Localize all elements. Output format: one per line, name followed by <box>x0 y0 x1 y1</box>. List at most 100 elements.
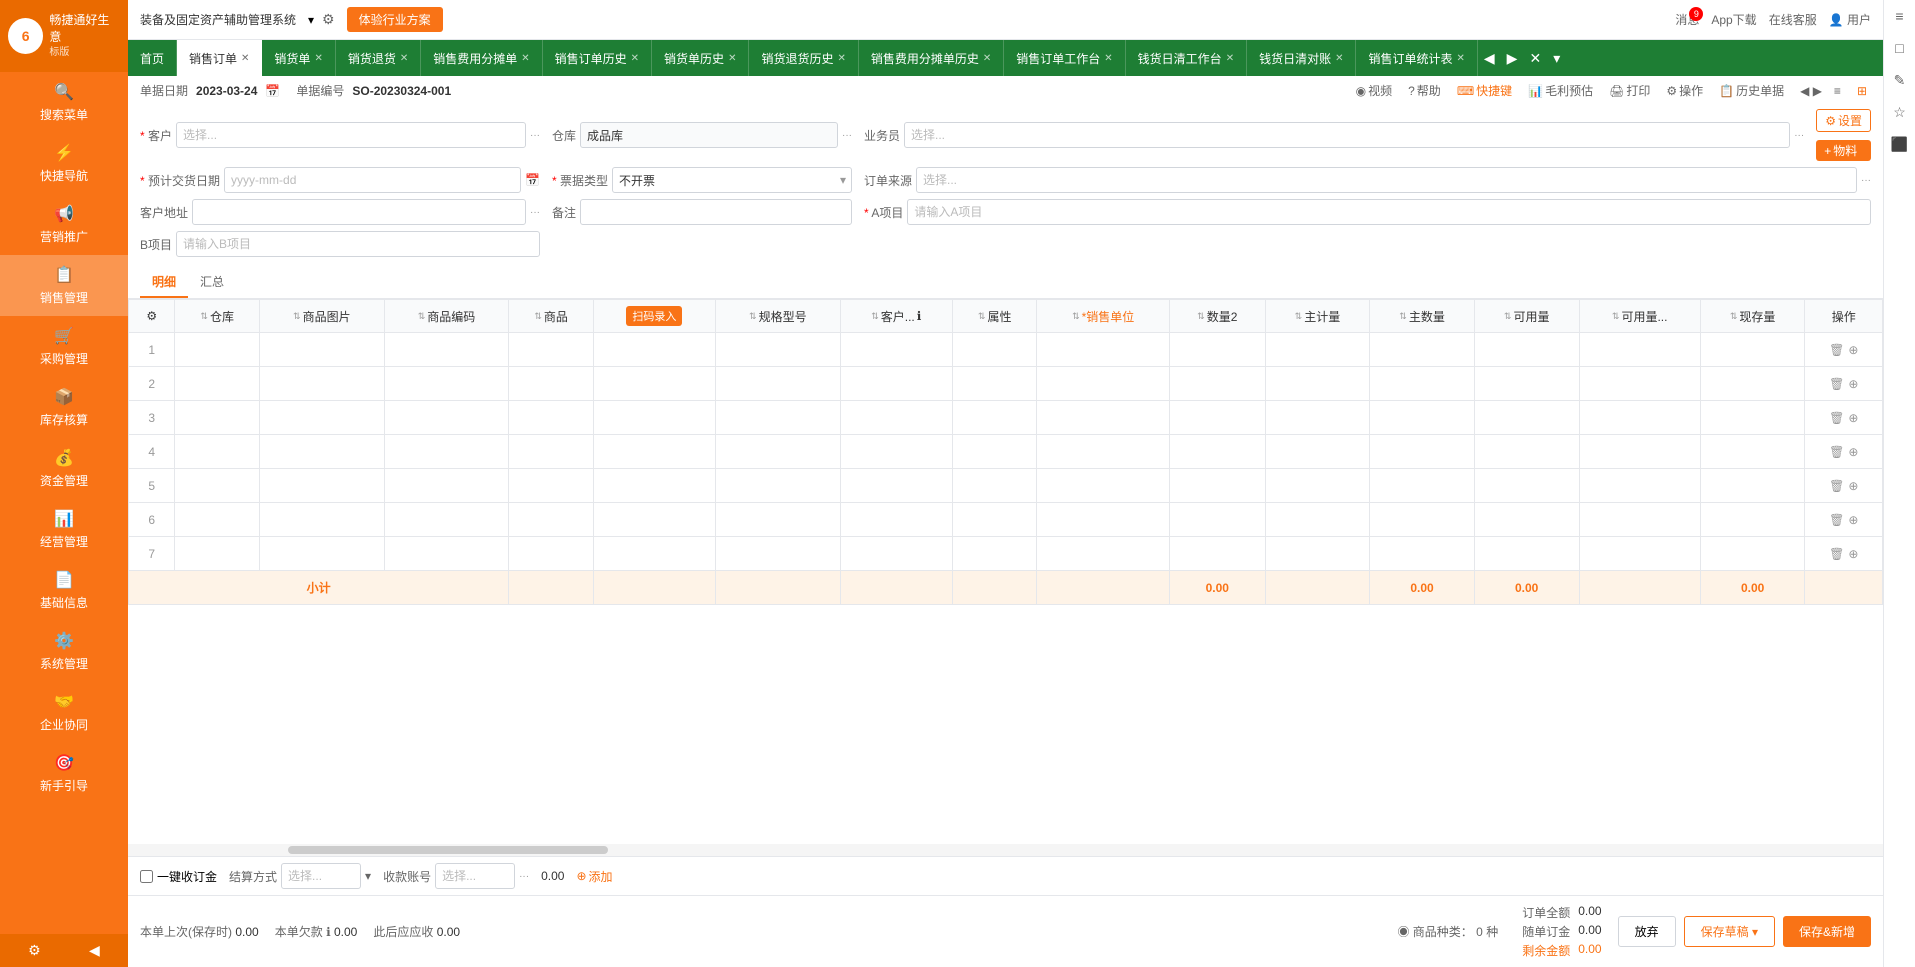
tab-home[interactable]: 首页 <box>128 40 177 76</box>
row-delete-btn[interactable]: 🗑 <box>1829 513 1844 527</box>
tab-close-icon[interactable]: ✕ <box>400 53 408 64</box>
row-delete-btn[interactable]: 🗑 <box>1829 547 1844 561</box>
tab-close-icon[interactable]: ✕ <box>728 53 736 64</box>
layout-grid-btn[interactable]: ⊞ <box>1853 82 1871 100</box>
save-new-button[interactable]: 保存&新增 <box>1783 916 1871 947</box>
tab-close-icon[interactable]: ✕ <box>837 53 845 64</box>
quick-order-checkbox[interactable] <box>140 870 153 883</box>
remark-input[interactable] <box>580 199 852 225</box>
operations-btn[interactable]: ⚙ 操作 <box>1662 80 1707 101</box>
sidebar-item-basic-info[interactable]: 📄 基础信息 <box>0 560 128 621</box>
sidebar-settings-btn[interactable]: ⚙ <box>28 942 41 959</box>
sidebar-item-enterprise[interactable]: 🤝 企业协同 <box>0 682 128 743</box>
delivery-date-input[interactable] <box>224 167 521 193</box>
payment-method-input[interactable] <box>281 863 361 889</box>
order-source-input[interactable] <box>916 167 1857 193</box>
row-delete-btn[interactable]: 🗑 <box>1829 377 1844 391</box>
col-settings[interactable]: ⚙ <box>129 300 175 333</box>
tab-close-icon[interactable]: ✕ <box>314 53 322 64</box>
message-badge[interactable]: 消息 9 <box>1675 11 1699 28</box>
discard-button[interactable]: 放弃 <box>1618 916 1676 947</box>
right-panel-btn-1[interactable]: ≡ <box>1888 4 1912 28</box>
sidebar-item-purchase[interactable]: 🛒 采购管理 <box>0 316 128 377</box>
gear-icon[interactable]: ⚙ <box>322 11 335 28</box>
sidebar-item-finance[interactable]: 💰 资金管理 <box>0 438 128 499</box>
add-material-button[interactable]: + 物料 <box>1816 140 1871 161</box>
sidebar-item-marketing[interactable]: 📢 营销推广 <box>0 194 128 255</box>
row-copy-btn[interactable]: ⊕ <box>1848 479 1858 493</box>
b-project-input[interactable] <box>176 231 540 257</box>
horizontal-scrollbar[interactable] <box>288 846 608 854</box>
col-code[interactable]: ⇅商品编码 <box>384 300 509 333</box>
col-main-qty[interactable]: ⇅主数量 <box>1370 300 1475 333</box>
row-copy-btn[interactable]: ⊕ <box>1848 411 1858 425</box>
order-source-ellipsis[interactable]: ··· <box>1861 175 1871 186</box>
col-product[interactable]: ⇅商品 <box>509 300 594 333</box>
invoice-type-dropdown-icon[interactable]: ▾ <box>840 173 846 187</box>
receipt-ellipsis[interactable]: ··· <box>519 871 529 882</box>
col-warehouse[interactable]: ⇅仓库 <box>175 300 260 333</box>
tab-daily-workbench[interactable]: 钱货日清工作台 ✕ <box>1126 40 1247 76</box>
col-qty2[interactable]: ⇅数量2 <box>1169 300 1265 333</box>
settings-button[interactable]: ⚙ 设置 <box>1816 109 1871 132</box>
row-delete-btn[interactable]: 🗑 <box>1829 343 1844 357</box>
row-copy-btn[interactable]: ⊕ <box>1848 377 1858 391</box>
shortcuts-btn[interactable]: ⌨ 快捷键 <box>1453 80 1516 101</box>
tab-close-icon[interactable]: ✕ <box>1457 53 1465 64</box>
sidebar-item-quick-nav[interactable]: ⚡ 快捷导航 <box>0 133 128 194</box>
tab-close-icon[interactable]: ✕ <box>983 53 991 64</box>
add-button[interactable]: ⊕ 添加 <box>576 868 612 885</box>
col-stock[interactable]: ⇅现存量 <box>1700 300 1805 333</box>
right-panel-btn-3[interactable]: ✎ <box>1888 68 1912 92</box>
col-attribute[interactable]: ⇅属性 <box>952 300 1037 333</box>
tab-next-btn[interactable]: ▶ <box>1501 40 1524 76</box>
tab-sales-return[interactable]: 销货退货 ✕ <box>336 40 421 76</box>
history-btn[interactable]: 📋 历史单据 <box>1715 80 1788 101</box>
customer-ellipsis[interactable]: ··· <box>530 130 540 141</box>
system-dropdown[interactable]: ▾ <box>308 13 314 27</box>
app-download-link[interactable]: App下载 <box>1711 11 1756 28</box>
tab-close-icon[interactable]: ✕ <box>1335 53 1343 64</box>
warehouse-input[interactable] <box>580 122 838 148</box>
tab-detail[interactable]: 明细 <box>140 267 188 298</box>
tab-close-icon[interactable]: ✕ <box>1104 53 1112 64</box>
tab-close-icon[interactable]: ✕ <box>631 53 639 64</box>
tab-close-icon[interactable]: ✕ <box>521 53 529 64</box>
warehouse-ellipsis[interactable]: ··· <box>842 130 852 141</box>
tab-slip-history[interactable]: 销货单历史 ✕ <box>652 40 749 76</box>
save-draft-dropdown-icon[interactable]: ▾ <box>1752 925 1758 939</box>
right-panel-btn-4[interactable]: ☆ <box>1888 100 1912 124</box>
col-available[interactable]: ⇅可用量 <box>1474 300 1579 333</box>
a-project-input[interactable] <box>907 199 1871 225</box>
sidebar-item-sales[interactable]: 📋 销售管理 <box>0 255 128 316</box>
sidebar-item-search[interactable]: 🔍 搜索菜单 <box>0 72 128 133</box>
tab-order-history[interactable]: 销售订单历史 ✕ <box>543 40 652 76</box>
payment-dropdown-icon[interactable]: ▾ <box>365 869 371 883</box>
row-delete-btn[interactable]: 🗑 <box>1829 411 1844 425</box>
sidebar-item-inventory[interactable]: 📦 库存核算 <box>0 377 128 438</box>
delivery-date-calendar-icon[interactable]: 📅 <box>525 173 540 187</box>
tab-close-icon[interactable]: ✕ <box>1226 53 1234 64</box>
scan-button[interactable]: 扫码录入 <box>626 306 682 326</box>
tab-close-icon[interactable]: ✕ <box>241 53 249 64</box>
right-panel-btn-2[interactable]: □ <box>1888 36 1912 60</box>
profit-btn[interactable]: 📊 毛利预估 <box>1524 80 1597 101</box>
tab-sales-order[interactable]: 销售订单 ✕ <box>177 40 262 76</box>
sidebar-item-operations[interactable]: 📊 经营管理 <box>0 499 128 560</box>
row-copy-btn[interactable]: ⊕ <box>1848 513 1858 527</box>
tab-order-stats[interactable]: 销售订单统计表 ✕ <box>1356 40 1477 76</box>
salesperson-ellipsis[interactable]: ··· <box>1794 130 1804 141</box>
sidebar-collapse-btn[interactable]: ◀ <box>89 942 100 959</box>
tab-return-history[interactable]: 销货退货历史 ✕ <box>749 40 858 76</box>
tab-menu-btn[interactable]: ▾ <box>1547 40 1566 76</box>
right-panel-btn-5[interactable]: ⬛ <box>1888 132 1912 156</box>
tab-sales-slip[interactable]: 销货单 ✕ <box>262 40 335 76</box>
solution-button[interactable]: 体验行业方案 <box>347 7 443 32</box>
address-ellipsis[interactable]: ··· <box>530 207 540 218</box>
row-delete-btn[interactable]: 🗑 <box>1829 445 1844 459</box>
col-image[interactable]: ⇅商品图片 <box>259 300 384 333</box>
sidebar-item-guide[interactable]: 🎯 新手引导 <box>0 743 128 804</box>
receipt-number-input[interactable] <box>435 863 515 889</box>
col-spec[interactable]: ⇅规格型号 <box>715 300 840 333</box>
col-main-unit[interactable]: ⇅主计量 <box>1265 300 1370 333</box>
